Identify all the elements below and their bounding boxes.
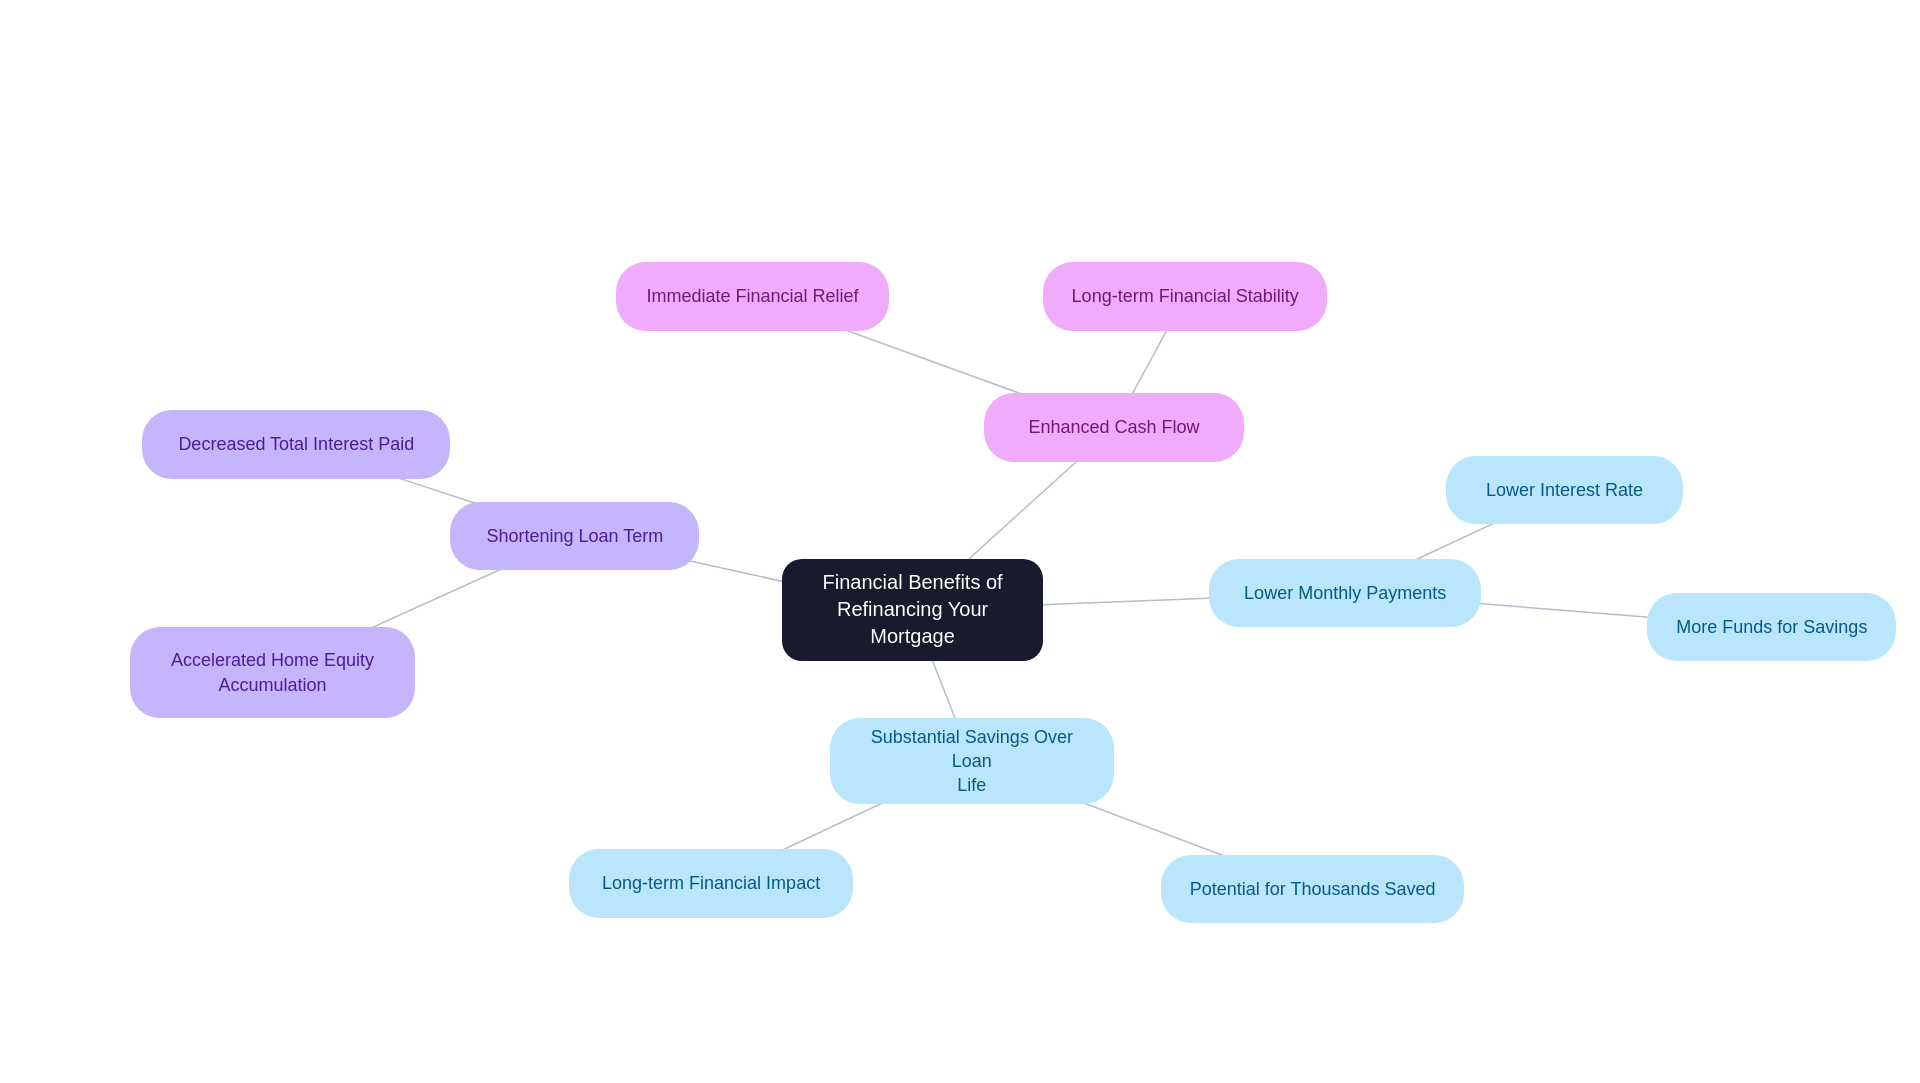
lower-monthly-payments-node: Lower Monthly Payments	[1209, 559, 1482, 627]
connections-svg	[0, 0, 1920, 1083]
center-node: Financial Benefits ofRefinancing Your Mo…	[782, 559, 1043, 662]
substantial-savings-node: Substantial Savings Over LoanLife	[830, 718, 1114, 804]
immediate-financial-relief-node: Immediate Financial Relief	[616, 262, 889, 330]
mind-map-container: Financial Benefits ofRefinancing Your Mo…	[0, 0, 1920, 1083]
decreased-interest-node: Decreased Total Interest Paid	[142, 410, 450, 478]
home-equity-node: Accelerated Home EquityAccumulation	[130, 627, 414, 718]
shortening-loan-term-node: Shortening Loan Term	[450, 502, 699, 570]
lower-interest-rate-node: Lower Interest Rate	[1446, 456, 1683, 524]
enhanced-cash-flow-node: Enhanced Cash Flow	[984, 393, 1245, 461]
longterm-impact-node: Long-term Financial Impact	[569, 849, 853, 917]
more-funds-savings-node: More Funds for Savings	[1647, 593, 1896, 661]
potential-thousands-node: Potential for Thousands Saved	[1161, 855, 1463, 923]
longterm-stability-node: Long-term Financial Stability	[1043, 262, 1327, 330]
